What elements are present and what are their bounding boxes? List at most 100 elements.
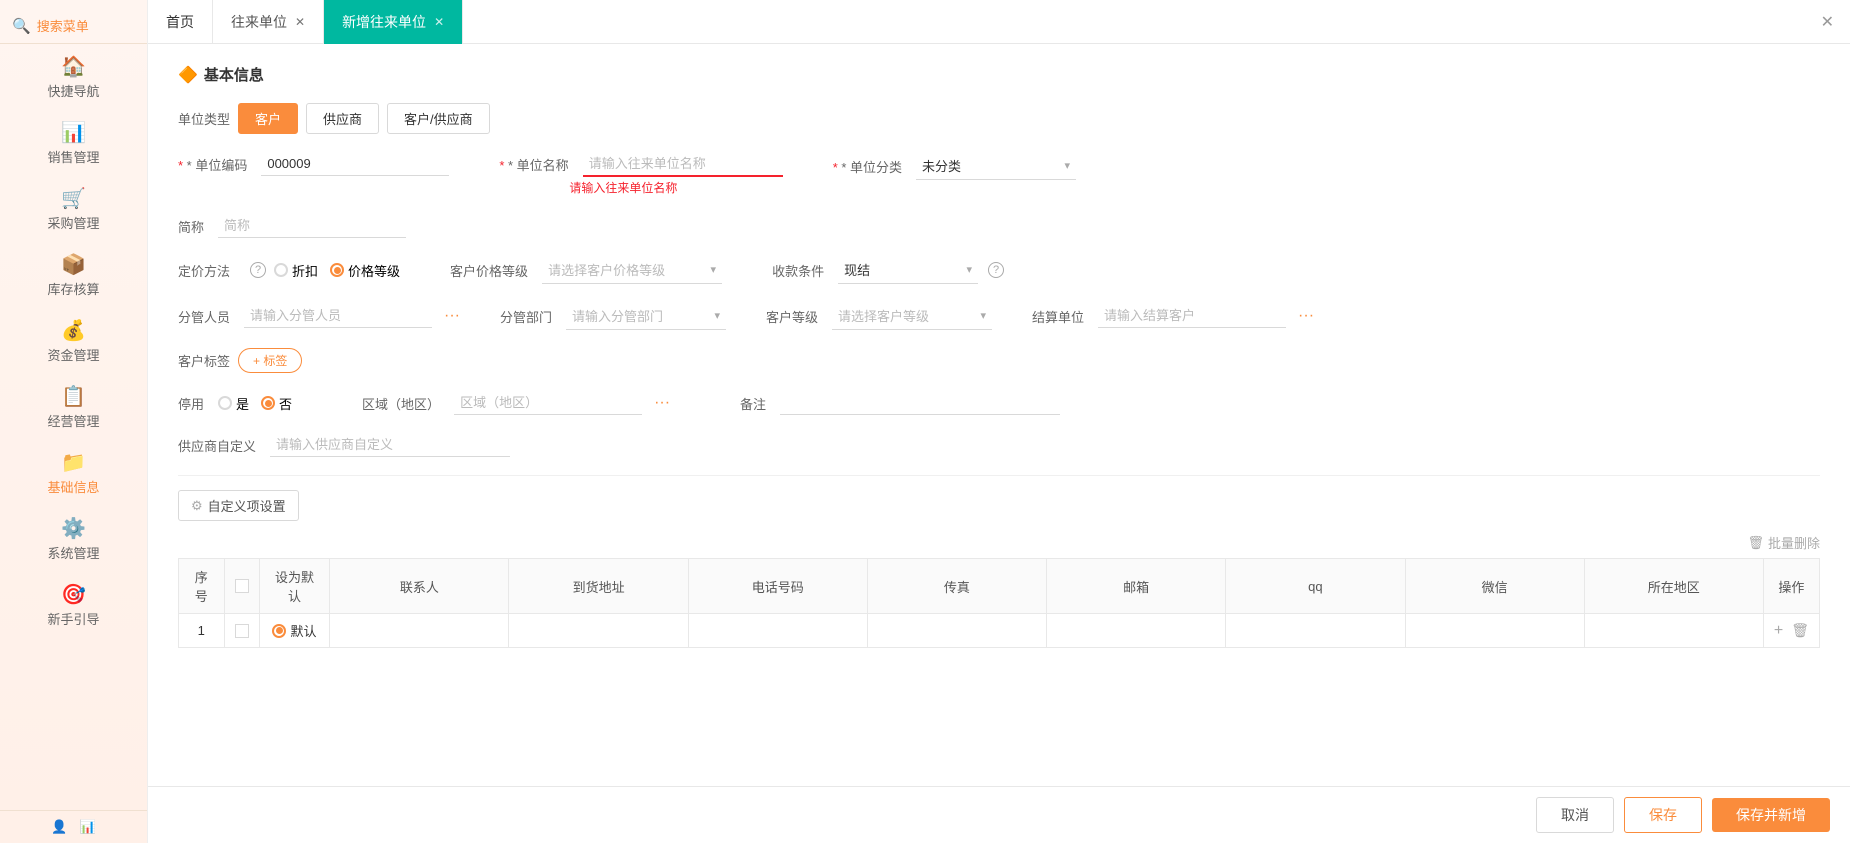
disabled-radio-group: 是 否 — [218, 394, 292, 413]
row-actions: + 🗑 — [1763, 614, 1819, 648]
disabled-yes[interactable]: 是 — [218, 394, 249, 413]
row-qq[interactable] — [1226, 614, 1405, 648]
sidebar-item-purchase[interactable]: 🛒 采购管理 — [0, 176, 147, 242]
row-location[interactable] — [1584, 614, 1763, 648]
supplier-custom-input[interactable] — [270, 433, 510, 457]
email-input[interactable] — [1057, 623, 1215, 638]
code-input[interactable] — [261, 152, 449, 176]
settlement-input[interactable] — [1098, 304, 1286, 328]
disabled-yes-radio[interactable] — [218, 396, 232, 410]
unit-type-both[interactable]: 客户/供应商 — [387, 103, 490, 134]
settlement-more[interactable]: ··· — [1298, 307, 1314, 325]
discount-label: 折扣 — [292, 261, 318, 280]
money-icon: 💰 — [61, 318, 86, 343]
disabled-label: 停用 — [178, 394, 204, 413]
footer-bar: 取消 保存 保存并新增 — [148, 786, 1850, 843]
row-delete-icon[interactable]: 🗑 — [1791, 622, 1809, 639]
tab-home[interactable]: 首页 — [148, 0, 213, 44]
row-contact[interactable] — [330, 614, 509, 648]
fax-input[interactable] — [878, 623, 1036, 638]
row-checkbox-input[interactable] — [235, 624, 249, 638]
row-email[interactable] — [1047, 614, 1226, 648]
save-new-button[interactable]: 保存并新增 — [1712, 798, 1830, 832]
tab-new-partner[interactable]: 新增往来单位 ✕ — [324, 0, 463, 44]
sidebar-item-basic[interactable]: 📁 基础信息 — [0, 440, 147, 506]
address-input[interactable] — [519, 623, 677, 638]
row-default-circle[interactable] — [272, 624, 286, 638]
tab-partners-close[interactable]: ✕ — [295, 15, 305, 29]
sidebar-item-operations[interactable]: 📋 经营管理 — [0, 374, 147, 440]
col-wechat: 微信 — [1405, 559, 1584, 614]
manager-more[interactable]: ··· — [444, 307, 460, 325]
contact-input[interactable] — [340, 623, 498, 638]
tab-partners[interactable]: 往来单位 ✕ — [213, 0, 324, 44]
name-input[interactable] — [583, 152, 783, 177]
settlement-label: 结算单位 — [1032, 307, 1084, 326]
sidebar-item-sales[interactable]: 📊 销售管理 — [0, 110, 147, 176]
row-wechat[interactable] — [1405, 614, 1584, 648]
tag-add-button[interactable]: + 标签 — [238, 348, 302, 373]
sidebar-footer: 👤 📊 — [0, 810, 147, 843]
unit-type-customer[interactable]: 客户 — [238, 103, 298, 134]
wechat-input[interactable] — [1416, 623, 1574, 638]
save-button[interactable]: 保存 — [1624, 797, 1702, 833]
short-name-input[interactable] — [218, 214, 406, 238]
remark-input[interactable] — [780, 391, 1060, 415]
sidebar-item-inventory[interactable]: 📦 库存核算 — [0, 242, 147, 308]
unit-type-group: 客户 供应商 客户/供应商 — [238, 103, 490, 134]
category-select[interactable]: 未分类 ▾ — [916, 152, 1076, 180]
qq-input[interactable] — [1236, 623, 1394, 638]
col-actions: 操作 — [1763, 559, 1819, 614]
phone-input[interactable] — [699, 623, 857, 638]
discount-radio[interactable] — [274, 263, 288, 277]
region-more[interactable]: ··· — [654, 394, 670, 412]
sidebar-item-guide[interactable]: 🎯 新手引导 — [0, 572, 147, 638]
pricing-label: 定价方法 — [178, 261, 230, 280]
row-address[interactable] — [509, 614, 688, 648]
supplier-custom-row: 供应商自定义 — [178, 433, 1820, 457]
sidebar-item-system[interactable]: ⚙️ 系统管理 — [0, 506, 147, 572]
manager-row: 分管人员 ··· 分管部门 请输入分管部门 ▾ 客户等级 请选择客户等级 ▾ 结… — [178, 302, 1820, 330]
header-checkbox[interactable] — [235, 579, 249, 593]
name-input-row: * * 单位名称 — [499, 152, 782, 177]
pricing-info-icon[interactable]: ? — [250, 262, 266, 278]
batch-delete-label: 批量删除 — [1768, 533, 1820, 552]
row-add-icon[interactable]: + — [1774, 622, 1783, 640]
payment-info-icon[interactable]: ? — [988, 262, 1004, 278]
col-default: 设为默认 — [259, 559, 330, 614]
search-icon: 🔍 — [12, 17, 31, 35]
region-input[interactable] — [454, 391, 642, 415]
unit-type-supplier[interactable]: 供应商 — [306, 103, 379, 134]
remark-label: 备注 — [740, 394, 766, 413]
pricing-discount[interactable]: 折扣 — [274, 261, 318, 280]
folder-icon: 📁 — [61, 450, 86, 475]
custom-settings-button[interactable]: ⚙ 自定义项设置 — [178, 490, 299, 521]
disabled-no[interactable]: 否 — [261, 394, 292, 413]
disabled-no-radio[interactable] — [261, 396, 275, 410]
row-fax[interactable] — [867, 614, 1046, 648]
clipboard-icon: 📋 — [61, 384, 86, 409]
location-input[interactable] — [1595, 623, 1753, 638]
name-error-msg: 请输入往来单位名称 — [569, 179, 782, 196]
customer-price-select[interactable]: 请选择客户价格等级 ▾ — [542, 256, 722, 284]
cancel-button[interactable]: 取消 — [1536, 797, 1614, 833]
dept-select[interactable]: 请输入分管部门 ▾ — [566, 302, 726, 330]
pricing-price-level[interactable]: 价格等级 — [330, 261, 400, 280]
col-seq: 序号 — [179, 559, 225, 614]
price-level-radio[interactable] — [330, 263, 344, 277]
tab-new-partner-close[interactable]: ✕ — [434, 15, 444, 29]
row-phone[interactable] — [688, 614, 867, 648]
tab-bar-close-all[interactable]: ✕ — [1805, 12, 1850, 32]
cart-icon: 🛒 — [61, 186, 86, 211]
payment-select[interactable]: 现结 ▾ — [838, 256, 978, 284]
batch-delete-button[interactable]: 🗑 批量删除 — [1747, 533, 1820, 552]
sidebar-item-quick-nav[interactable]: 🏠 快捷导航 — [0, 44, 147, 110]
sidebar-search[interactable]: 🔍 搜索菜单 — [0, 8, 147, 44]
short-name-label: 简称 — [178, 217, 204, 236]
sidebar-label: 采购管理 — [47, 213, 99, 232]
manager-input[interactable] — [244, 304, 432, 328]
row-default-radio[interactable]: 默认 — [270, 621, 320, 640]
customer-level-select[interactable]: 请选择客户等级 ▾ — [832, 302, 992, 330]
sidebar-item-finance[interactable]: 💰 资金管理 — [0, 308, 147, 374]
unit-type-label: 单位类型 — [178, 109, 230, 128]
